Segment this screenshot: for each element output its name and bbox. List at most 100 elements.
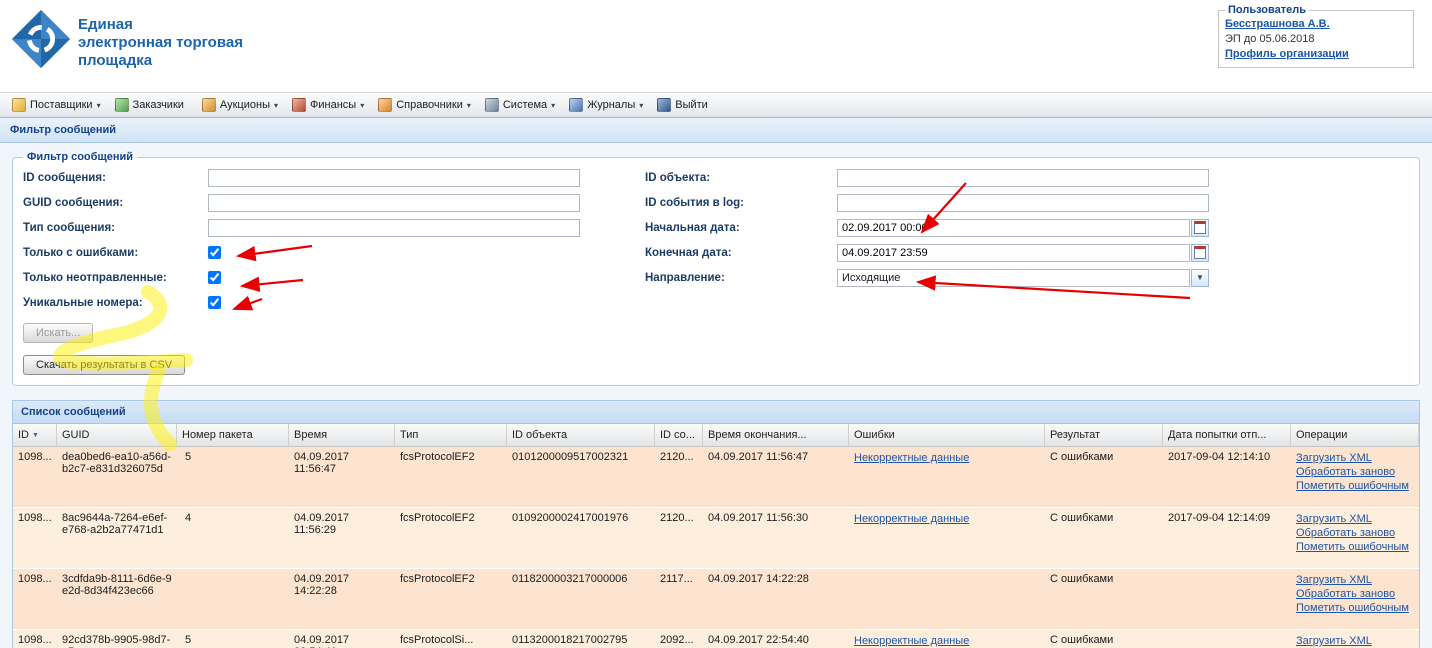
unique-numbers-label: Уникальные номера: bbox=[23, 296, 143, 309]
end-date-input[interactable] bbox=[837, 243, 1190, 262]
filter-left-column: ID сообщения: GUID сообщения: Тип сообще… bbox=[23, 165, 645, 375]
cell-id: 1098... bbox=[18, 512, 52, 524]
menu-item[interactable]: Система ▾ bbox=[479, 96, 563, 114]
operation-link[interactable]: Загрузить XML bbox=[1296, 573, 1414, 587]
object-id-label: ID объекта: bbox=[645, 171, 711, 184]
column-header[interactable]: Тип bbox=[395, 424, 507, 446]
user-panel-legend: Пользователь bbox=[1228, 4, 1307, 16]
error-details-link[interactable]: Некорректные данные bbox=[854, 452, 969, 464]
cell-packet-number: 5 bbox=[185, 634, 192, 646]
calendar-icon[interactable] bbox=[1191, 243, 1209, 262]
operation-link[interactable]: Пометить ошибочным bbox=[1296, 479, 1414, 493]
message-guid-input[interactable] bbox=[208, 193, 580, 212]
error-details-link[interactable]: Некорректные данные bbox=[854, 513, 969, 525]
column-header[interactable]: Номер пакета bbox=[177, 424, 289, 446]
operation-link[interactable]: Пометить ошибочным bbox=[1296, 601, 1414, 615]
cell-event-id: 2120... bbox=[660, 512, 694, 524]
message-id-input[interactable] bbox=[208, 168, 580, 187]
chevron-down-icon[interactable]: ▼ bbox=[1191, 268, 1209, 287]
cell-end-time: 04.09.2017 11:56:47 bbox=[708, 451, 809, 463]
cell-guid: dea0bed6-ea10-a56d-b2c7-e831d326075d bbox=[62, 451, 171, 475]
csv-download-button[interactable]: Скачать результаты в CSV bbox=[23, 355, 186, 375]
table-row: 1098... 3cdfda9b-8111-6d6e-9e2d-8d34f423… bbox=[13, 569, 1419, 630]
operation-link[interactable]: Обработать заново bbox=[1296, 465, 1414, 479]
column-header[interactable]: ID ▼ bbox=[13, 424, 57, 446]
column-header[interactable]: Результат bbox=[1045, 424, 1163, 446]
menu-item[interactable]: Поставщики ▾ bbox=[6, 96, 109, 114]
only-errors-label: Только с ошибками: bbox=[23, 246, 139, 259]
logo-icon bbox=[10, 8, 72, 70]
menu-item-label: Аукционы bbox=[219, 99, 270, 111]
column-header[interactable]: ID объекта bbox=[507, 424, 655, 446]
direction-select[interactable]: Исходящие ▼ bbox=[837, 268, 1209, 287]
message-type-input[interactable] bbox=[208, 218, 580, 237]
cell-result: С ошибками bbox=[1050, 512, 1114, 524]
cell-type: fcsProtocolEF2 bbox=[400, 451, 475, 463]
user-name-link[interactable]: Бесстрашнова А.В. bbox=[1225, 17, 1407, 32]
column-label: Результат bbox=[1050, 429, 1101, 441]
messages-panel: Список сообщений ID ▼ GUID Номер пакета … bbox=[12, 400, 1420, 648]
log-event-id-input[interactable] bbox=[837, 193, 1209, 212]
page-title-bar: Фильтр сообщений bbox=[0, 118, 1432, 143]
calendar-icon[interactable] bbox=[1191, 218, 1209, 237]
cell-object-id: 0109200002417001976 bbox=[512, 512, 629, 524]
cell-errors: Некорректные данные bbox=[849, 508, 1045, 568]
cell-result: С ошибками bbox=[1050, 573, 1114, 585]
messages-panel-title: Список сообщений bbox=[21, 406, 126, 418]
operation-link[interactable]: Загрузить XML bbox=[1296, 512, 1414, 526]
column-label: Номер пакета bbox=[182, 429, 253, 441]
unique-numbers-checkbox[interactable] bbox=[208, 296, 221, 309]
start-date-input[interactable] bbox=[837, 218, 1190, 237]
message-guid-label: GUID сообщения: bbox=[23, 196, 124, 209]
operation-link[interactable]: Пометить ошибочным bbox=[1296, 540, 1414, 554]
header: Единая электронная торговая площадка Пол… bbox=[0, 0, 1432, 92]
suppliers-icon bbox=[12, 98, 26, 112]
object-id-input[interactable] bbox=[837, 168, 1209, 187]
menu-item[interactable]: Справочники ▾ bbox=[372, 96, 479, 114]
customers-icon bbox=[114, 98, 129, 112]
menu-item[interactable]: Финансы ▾ bbox=[286, 96, 372, 114]
cell-id: 1098... bbox=[18, 634, 52, 646]
menu-item[interactable]: Журналы ▾ bbox=[563, 96, 651, 114]
cell-errors: Некорректные данные bbox=[849, 630, 1045, 648]
column-header[interactable]: Время окончания... bbox=[703, 424, 849, 446]
end-date-label: Конечная дата: bbox=[645, 246, 732, 259]
cell-event-id: 2092... bbox=[660, 634, 694, 646]
column-header[interactable]: Время bbox=[289, 424, 395, 446]
column-label: Время bbox=[294, 429, 328, 441]
cell-packet-number bbox=[177, 569, 289, 629]
only-errors-checkbox[interactable] bbox=[208, 246, 221, 259]
cell-end-time: 04.09.2017 11:56:30 bbox=[708, 512, 809, 524]
error-details-link[interactable]: Некорректные данные bbox=[854, 635, 969, 647]
menu-item[interactable]: Аукционы ▾ bbox=[196, 96, 286, 114]
only-unsent-checkbox[interactable] bbox=[208, 271, 221, 284]
column-header[interactable]: Ошибки bbox=[849, 424, 1045, 446]
brand-line-1: Единая bbox=[78, 16, 133, 33]
cell-result: С ошибками bbox=[1050, 451, 1114, 463]
operation-link[interactable]: Загрузить XML bbox=[1296, 451, 1414, 465]
cell-type: fcsProtocolSi... bbox=[400, 634, 474, 646]
brand-line-3: площадка bbox=[78, 52, 153, 69]
user-cert-info: ЭП до 05.06.2018 bbox=[1225, 33, 1315, 45]
operation-link[interactable]: Обработать заново bbox=[1296, 526, 1414, 540]
user-panel: Пользователь Бесстрашнова А.В. ЭП до 05.… bbox=[1218, 4, 1414, 68]
cell-time: 04.09.2017 22:54:40 bbox=[294, 634, 350, 648]
column-header[interactable]: Дата попытки отп... bbox=[1163, 424, 1291, 446]
search-button[interactable]: Искать... bbox=[23, 323, 94, 343]
operation-link[interactable]: Загрузить XML bbox=[1296, 634, 1414, 648]
column-header[interactable]: GUID bbox=[57, 424, 177, 446]
messages-panel-header: Список сообщений bbox=[13, 401, 1419, 424]
column-header[interactable]: Операции bbox=[1291, 424, 1419, 446]
column-label: ID bbox=[18, 429, 29, 441]
column-header[interactable]: ID со... bbox=[655, 424, 703, 446]
menu-item[interactable]: Заказчики bbox=[109, 96, 196, 114]
cell-operations: Загрузить XML Обработать заново Пометить… bbox=[1291, 569, 1419, 629]
cell-guid: 8ac9644a-7264-e6ef-e768-a2b2a77471d1 bbox=[62, 512, 168, 536]
menu-item-label: Финансы bbox=[310, 99, 357, 111]
cell-event-id: 2120... bbox=[660, 451, 694, 463]
menu-item[interactable]: Выйти bbox=[651, 96, 720, 114]
operation-link[interactable]: Обработать заново bbox=[1296, 587, 1414, 601]
org-profile-link[interactable]: Профиль организации bbox=[1225, 47, 1407, 62]
table-body: 1098... dea0bed6-ea10-a56d-b2c7-e831d326… bbox=[13, 447, 1419, 648]
cell-object-id: 0101200009517002321 bbox=[512, 451, 629, 463]
